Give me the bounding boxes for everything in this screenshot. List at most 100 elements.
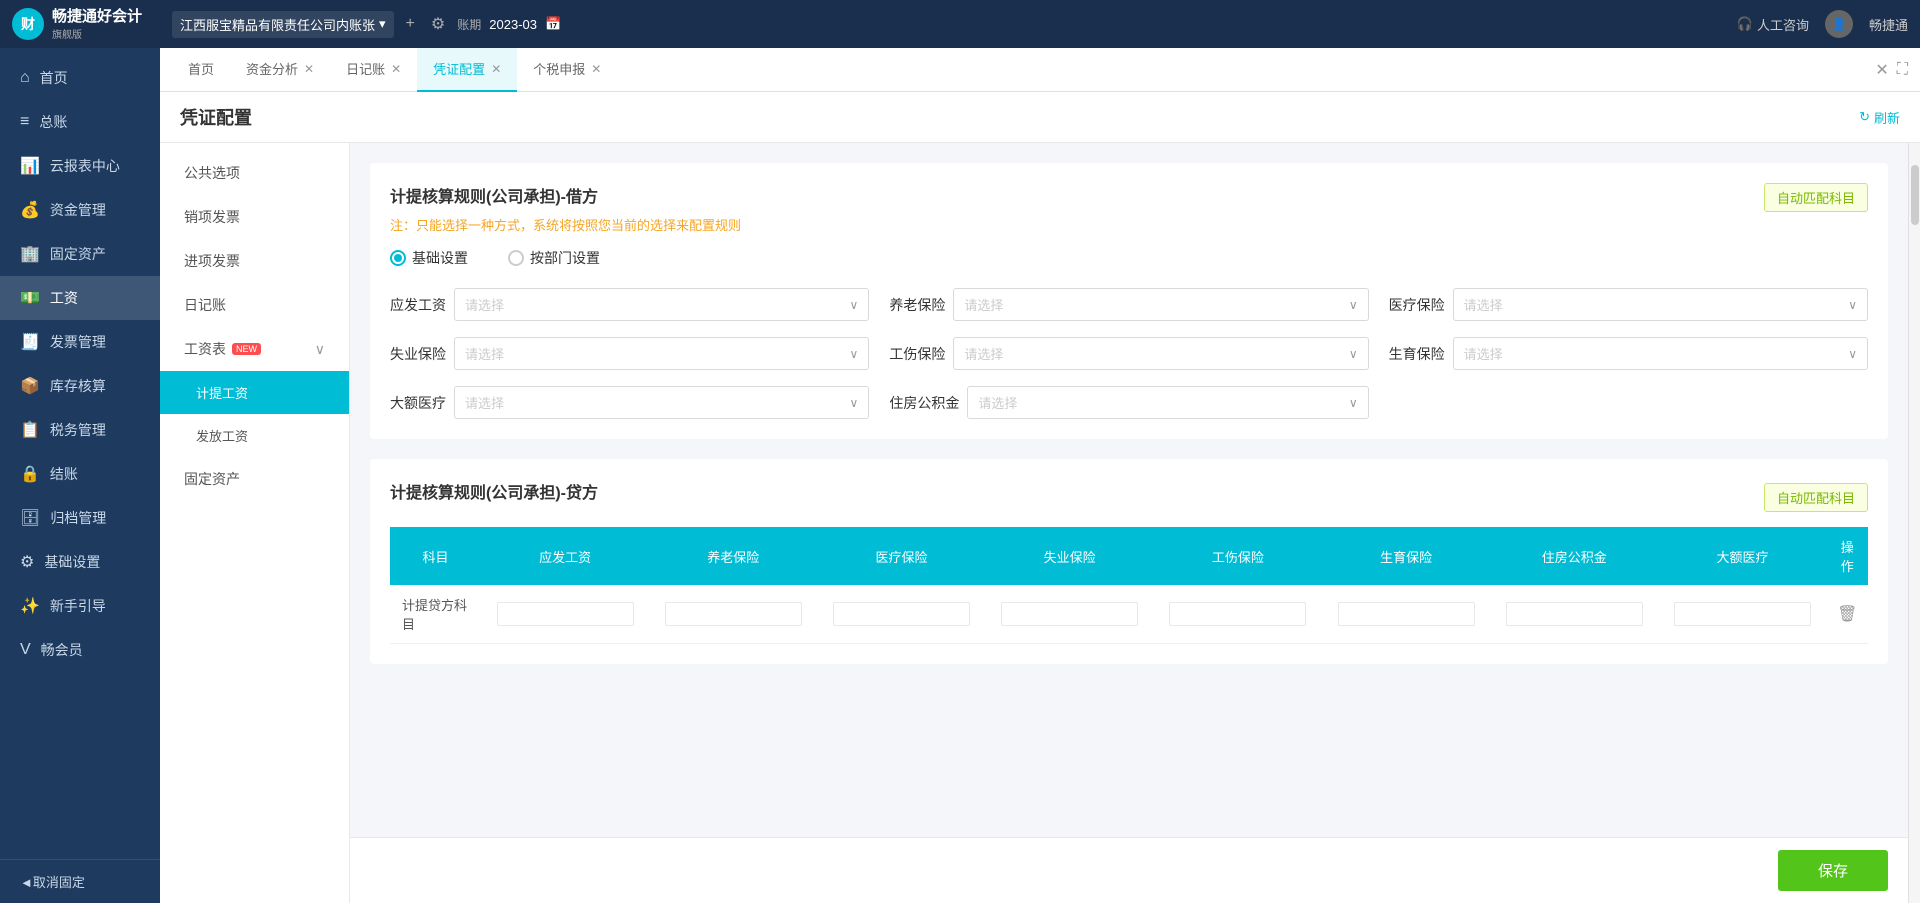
field-pension: 养老保险 请选择 ∨ — [889, 288, 1368, 321]
sidebar-item-salary[interactable]: 💵 工资 — [0, 276, 160, 320]
select-big-medical[interactable]: 请选择 ∨ — [454, 386, 869, 419]
debit-section: 自动匹配科目 计提核算规则(公司承担)-借方 注：只能选择一种方式，系统将按照您… — [370, 163, 1888, 439]
top-header: 财 畅捷通好会计 旗舰版 江西服宝精品有限责任公司内账张 ▾ + ⚙ 账期 20… — [0, 0, 1920, 48]
sidebar-item-home[interactable]: ⌂ 首页 — [0, 56, 160, 100]
select-maternity[interactable]: 请选择 ∨ — [1453, 337, 1868, 370]
sidebar-item-reports[interactable]: 📊 云报表中心 — [0, 144, 160, 188]
tab-voucher-config[interactable]: 凭证配置 ✕ — [417, 48, 517, 92]
tab-tax-report-label: 个税申报 — [533, 59, 585, 78]
tab-close-window-button[interactable]: ✕ — [1875, 60, 1888, 80]
select-work-injury[interactable]: 请选择 ∨ — [953, 337, 1368, 370]
select-medical-placeholder: 请选择 — [1464, 295, 1503, 314]
label-housing: 住房公积金 — [889, 393, 959, 413]
company-selector[interactable]: 江西服宝精品有限责任公司内账张 ▾ — [172, 11, 394, 38]
sidebar-item-ledger[interactable]: ≡ 总账 — [0, 100, 160, 144]
sidebar-label-settings: 基础设置 — [44, 552, 100, 572]
sidebar-item-close[interactable]: 🔒 结账 — [0, 452, 160, 496]
tab-tax-report[interactable]: 个税申报 ✕ — [517, 48, 617, 92]
select-maternity-arrow: ∨ — [1848, 347, 1857, 361]
settings-button[interactable]: ⚙ — [427, 10, 449, 38]
credit-table: 科目 应发工资 养老保险 医疗保险 失业保险 工伤保险 生育保险 住房公积金 大… — [390, 527, 1868, 644]
credit-section-title: 计提核算规则(公司承担)-贷方 — [390, 479, 598, 503]
select-pension[interactable]: 请选择 ∨ — [953, 288, 1368, 321]
select-medical[interactable]: 请选择 ∨ — [1453, 288, 1868, 321]
input-pension[interactable] — [665, 602, 802, 626]
input-unemployment[interactable] — [1001, 602, 1138, 626]
sidebar-item-tax[interactable]: 📋 税务管理 — [0, 408, 160, 452]
input-big-medical[interactable] — [1674, 602, 1811, 626]
select-unemployment-arrow: ∨ — [850, 347, 859, 361]
select-apply-salary[interactable]: 请选择 ∨ — [454, 288, 869, 321]
app-logo-name: 畅捷通好会计 — [52, 8, 142, 26]
assets-icon: 🏢 — [20, 244, 40, 264]
tab-expand-button[interactable]: ⛶ — [1897, 60, 1908, 80]
input-apply-salary[interactable] — [497, 602, 634, 626]
tab-funds[interactable]: 资金分析 ✕ — [230, 48, 330, 92]
input-maternity[interactable] — [1338, 602, 1475, 626]
left-nav-payroll-table[interactable]: 工资表 NEW ∨ — [160, 327, 349, 371]
debit-auto-match-button[interactable]: 自动匹配科目 — [1764, 183, 1868, 212]
expand-icon: ∨ — [315, 341, 325, 358]
scrollbar[interactable] — [1908, 143, 1920, 903]
select-housing[interactable]: 请选择 ∨ — [967, 386, 1368, 419]
tab-voucher-config-close[interactable]: ✕ — [491, 62, 501, 76]
field-work-injury: 工伤保险 请选择 ∨ — [889, 337, 1368, 370]
sidebar-label-tax: 税务管理 — [50, 420, 106, 440]
delete-row-button[interactable]: 🗑 — [1837, 604, 1857, 624]
tab-tax-report-close[interactable]: ✕ — [591, 62, 601, 76]
cancel-fixed-button[interactable]: ◄取消固定 — [0, 859, 160, 903]
service-button[interactable]: 🎧 人工咨询 — [1737, 15, 1809, 34]
tab-diary[interactable]: 日记账 ✕ — [330, 48, 417, 92]
label-pension: 养老保险 — [889, 295, 945, 315]
sidebar-item-settings[interactable]: ⚙ 基础设置 — [0, 540, 160, 584]
sidebar-item-funds[interactable]: 💰 资金管理 — [0, 188, 160, 232]
sidebar-label-funds: 资金管理 — [50, 200, 106, 220]
sidebar-label-assets: 固定资产 — [50, 244, 106, 264]
sidebar-item-guide[interactable]: ✨ 新手引导 — [0, 584, 160, 628]
input-work-injury[interactable] — [1169, 602, 1306, 626]
sidebar-item-vip[interactable]: V 畅会员 — [0, 628, 160, 672]
left-nav-jiti-salary[interactable]: 计提工资 — [160, 371, 349, 414]
sidebar-label-reports: 云报表中心 — [50, 156, 120, 176]
radio-basic[interactable]: 基础设置 — [390, 248, 468, 268]
table-header-row: 科目 应发工资 养老保险 医疗保险 失业保险 工伤保险 生育保险 住房公积金 大… — [390, 527, 1868, 585]
inner-layout: 公共选项 销项发票 进项发票 日记账 工资表 NEW ∨ — [160, 143, 1920, 903]
left-nav-fa-salary[interactable]: 发放工资 — [160, 414, 349, 457]
select-housing-arrow: ∨ — [1349, 396, 1358, 410]
left-nav-sales[interactable]: 销项发票 — [160, 195, 349, 239]
debit-form-grid: 应发工资 请选择 ∨ 养老保险 请选择 ∨ — [390, 288, 1868, 419]
tab-home[interactable]: 首页 — [172, 48, 230, 92]
col-unemployment: 失业保险 — [986, 527, 1154, 585]
reports-icon: 📊 — [20, 156, 40, 176]
left-nav-diary[interactable]: 日记账 — [160, 283, 349, 327]
input-medical[interactable] — [833, 602, 970, 626]
sidebar-item-inventory[interactable]: 📦 库存核算 — [0, 364, 160, 408]
left-nav-payroll-table-label: 工资表 — [184, 339, 226, 359]
tab-funds-close[interactable]: ✕ — [304, 62, 314, 76]
credit-auto-match-button[interactable]: 自动匹配科目 — [1764, 483, 1868, 512]
select-unemployment[interactable]: 请选择 ∨ — [454, 337, 869, 370]
credit-section: 计提核算规则(公司承担)-贷方 自动匹配科目 科目 应发工资 养老保险 医疗保险 — [370, 459, 1888, 664]
calendar-icon[interactable]: 📅 — [545, 16, 561, 32]
label-big-medical: 大额医疗 — [390, 393, 446, 413]
avatar[interactable]: 👤 — [1825, 10, 1853, 38]
sidebar-item-assets[interactable]: 🏢 固定资产 — [0, 232, 160, 276]
left-nav-purchase[interactable]: 进项发票 — [160, 239, 349, 283]
select-apply-salary-arrow: ∨ — [850, 298, 859, 312]
refresh-button[interactable]: ↻ 刷新 — [1859, 108, 1900, 127]
radio-dept[interactable]: 按部门设置 — [508, 248, 600, 268]
tab-diary-close[interactable]: ✕ — [391, 62, 401, 76]
select-maternity-placeholder: 请选择 — [1464, 344, 1503, 363]
add-company-button[interactable]: + — [402, 11, 419, 37]
label-unemployment: 失业保险 — [390, 344, 446, 364]
sidebar-item-archive[interactable]: 🗄 归档管理 — [0, 496, 160, 540]
left-nav-public[interactable]: 公共选项 — [160, 151, 349, 195]
sidebar-item-invoice[interactable]: 🧾 发票管理 — [0, 320, 160, 364]
inventory-icon: 📦 — [20, 376, 40, 396]
scroll-thumb[interactable] — [1911, 165, 1919, 225]
page-title: 凭证配置 — [180, 104, 252, 130]
input-housing[interactable] — [1506, 602, 1643, 626]
left-nav-fixed-assets[interactable]: 固定资产 — [160, 457, 349, 501]
col-work-injury: 工伤保险 — [1154, 527, 1322, 585]
save-button[interactable]: 保存 — [1778, 850, 1888, 891]
